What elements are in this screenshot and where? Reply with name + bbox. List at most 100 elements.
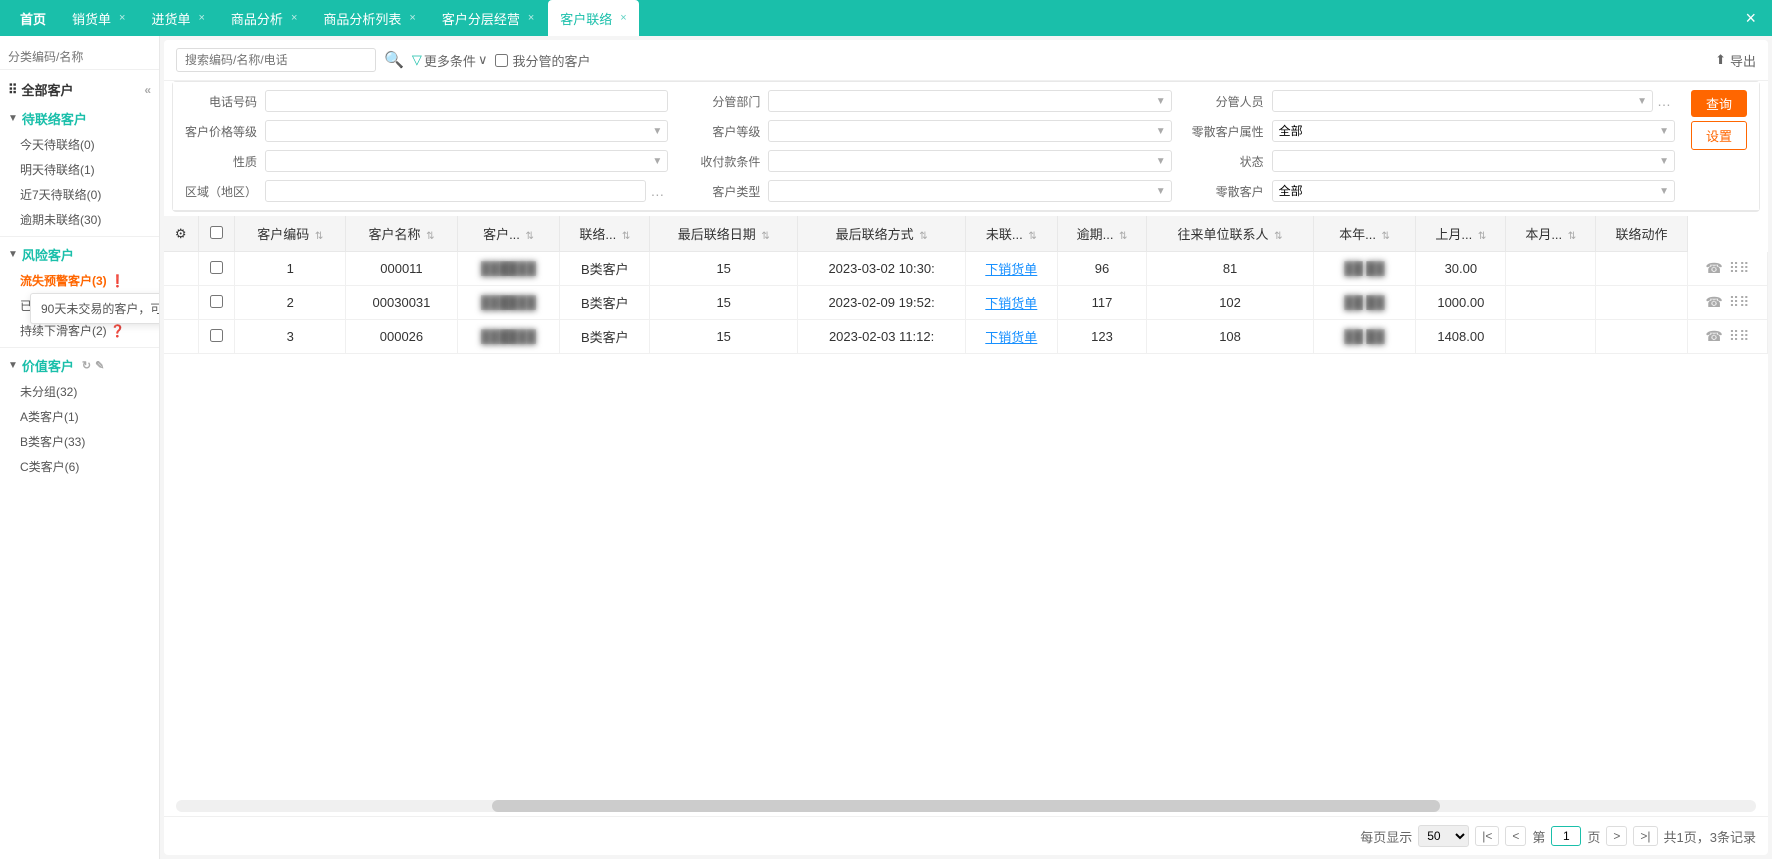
col-type[interactable]: 客户... ⇅ [457,216,560,252]
action-more-icon[interactable]: ⠿⠿ [1729,294,1750,311]
row-index: 2 [235,286,346,320]
sidebar-search-input[interactable] [8,50,160,64]
row-checkbox[interactable] [198,252,235,286]
row-select[interactable] [210,261,223,274]
row-select[interactable] [210,329,223,342]
nav-item-purchase[interactable]: 进货单 × [139,0,216,36]
status-select[interactable] [1272,150,1675,172]
sidebar-item-a-class[interactable]: A类客户(1) [0,404,159,429]
nav-item-product-analysis[interactable]: 商品分析 × [219,0,309,36]
col-settings[interactable]: ⚙ [164,216,198,252]
my-customers-checkbox-label[interactable]: 我分管的客户 [495,51,590,70]
nature-select[interactable] [265,150,668,172]
col-last-month[interactable]: 上月... ⇅ [1416,216,1506,252]
close-customer-layer[interactable]: × [528,12,534,24]
col-contact-count[interactable]: 联络... ⇅ [560,216,650,252]
action-contact-icon[interactable]: ☎ [1705,294,1722,311]
per-page-select[interactable]: 50 100 200 [1418,825,1469,847]
query-button[interactable]: 查询 [1691,90,1747,117]
row-last-method[interactable]: 下销货单 [966,320,1058,354]
region-input[interactable] [265,180,646,202]
close-sales[interactable]: × [119,12,125,24]
action-contact-icon[interactable]: ☎ [1705,328,1722,345]
sidebar-item-churn-warning[interactable]: 流失预警客户(3) ❗ [0,268,159,293]
nav-item-home[interactable]: 首页 [8,0,58,36]
sidebar-group-pending-label: 待联络客户 [22,109,87,128]
nav-item-customer-layer[interactable]: 客户分层经营 × [430,0,546,36]
first-page-button[interactable]: |< [1475,826,1499,846]
select-all-checkbox[interactable] [210,226,223,239]
prev-page-button[interactable]: < [1505,826,1526,846]
nav-item-customer-contact[interactable]: 客户联络 × [548,0,638,36]
col-not-contact[interactable]: 未联... ⇅ [966,216,1058,252]
last-page-button[interactable]: >| [1633,826,1657,846]
search-button[interactable]: 🔍 [384,50,404,70]
col-checkbox[interactable] [198,216,235,252]
sidebar-item-overdue[interactable]: 逾期未联络(30) [0,207,159,232]
sidebar-item-today[interactable]: 今天待联络(0) [0,132,159,157]
customer-grade-select[interactable] [768,120,1171,142]
payment-select[interactable] [768,150,1171,172]
close-product-analysis[interactable]: × [291,12,297,24]
row-expand[interactable] [164,252,198,286]
customer-type-select[interactable] [768,180,1171,202]
col-last-method[interactable]: 最后联络方式 ⇅ [798,216,966,252]
dept-select[interactable] [768,90,1171,112]
row-last-month [1506,252,1596,286]
row-checkbox[interactable] [198,320,235,354]
sidebar-collapse-icon[interactable]: « [144,83,151,97]
row-expand[interactable] [164,320,198,354]
window-close-button[interactable]: × [1737,8,1764,29]
row-last-method[interactable]: 下销货单 [966,286,1058,320]
region-dots-icon[interactable]: … [646,183,668,199]
row-checkbox[interactable] [198,286,235,320]
retail-customer-select[interactable]: 全部 [1272,180,1675,202]
edit-icon[interactable]: ✎ [95,359,104,372]
page-number-input[interactable] [1551,826,1581,846]
person-dots-icon[interactable]: … [1653,93,1675,109]
more-conditions-button[interactable]: ▽ 更多条件 ∨ [412,51,488,70]
sidebar-item-b-class[interactable]: B类客户(33) [0,429,159,454]
close-purchase[interactable]: × [198,12,204,24]
col-name[interactable]: 客户名称 ⇅ [346,216,457,252]
filter-row-2: 客户价格等级 ▼ 客户等级 ▼ [185,120,1675,142]
sidebar-group-risk[interactable]: ▼ 风险客户 [0,241,159,268]
sidebar-group-value[interactable]: ▼ 价值客户 ↻ ✎ [0,352,159,379]
search-input[interactable] [176,48,376,72]
nav-item-sales[interactable]: 销货单 × [60,0,137,36]
sidebar-item-ungrouped[interactable]: 未分组(32) [0,379,159,404]
horizontal-scrollbar[interactable] [176,800,1756,812]
sort-contact2-icon: ⇅ [1274,231,1282,242]
retail-attr-select[interactable]: 全部 [1272,120,1675,142]
row-this-month [1596,252,1688,286]
nav-item-product-list[interactable]: 商品分析列表 × [311,0,427,36]
person-select[interactable] [1272,90,1653,112]
row-select[interactable] [210,295,223,308]
sidebar-item-c-class[interactable]: C类客户(6) [0,454,159,479]
refresh-icon[interactable]: ↻ [82,359,91,372]
export-button[interactable]: ⬆ 导出 [1715,51,1756,70]
sort-code-icon: ⇅ [315,231,323,242]
phone-input[interactable] [265,90,668,112]
col-this-year[interactable]: 本年... ⇅ [1313,216,1416,252]
close-product-list[interactable]: × [409,12,415,24]
col-code[interactable]: 客户编码 ⇅ [235,216,346,252]
sidebar-item-7days[interactable]: 近7天待联络(0) [0,182,159,207]
sidebar-all-customers[interactable]: ⠿ 全部客户 « [0,74,159,105]
row-last-method[interactable]: 下销货单 [966,252,1058,286]
next-page-button[interactable]: > [1606,826,1627,846]
action-more-icon[interactable]: ⠿⠿ [1729,260,1750,277]
col-contact2[interactable]: 往来单位联系人 ⇅ [1147,216,1313,252]
action-more-icon[interactable]: ⠿⠿ [1729,328,1750,345]
settings-button[interactable]: 设置 [1691,121,1747,150]
col-last-date[interactable]: 最后联络日期 ⇅ [650,216,798,252]
col-this-month[interactable]: 本月... ⇅ [1506,216,1596,252]
row-expand[interactable] [164,286,198,320]
price-grade-select[interactable] [265,120,668,142]
col-overdue[interactable]: 逾期... ⇅ [1057,216,1147,252]
close-customer-contact[interactable]: × [620,12,626,24]
sidebar-item-tomorrow[interactable]: 明天待联络(1) [0,157,159,182]
action-contact-icon[interactable]: ☎ [1705,260,1722,277]
my-customers-checkbox[interactable] [495,54,508,67]
sidebar-group-pending[interactable]: ▼ 待联络客户 [0,105,159,132]
